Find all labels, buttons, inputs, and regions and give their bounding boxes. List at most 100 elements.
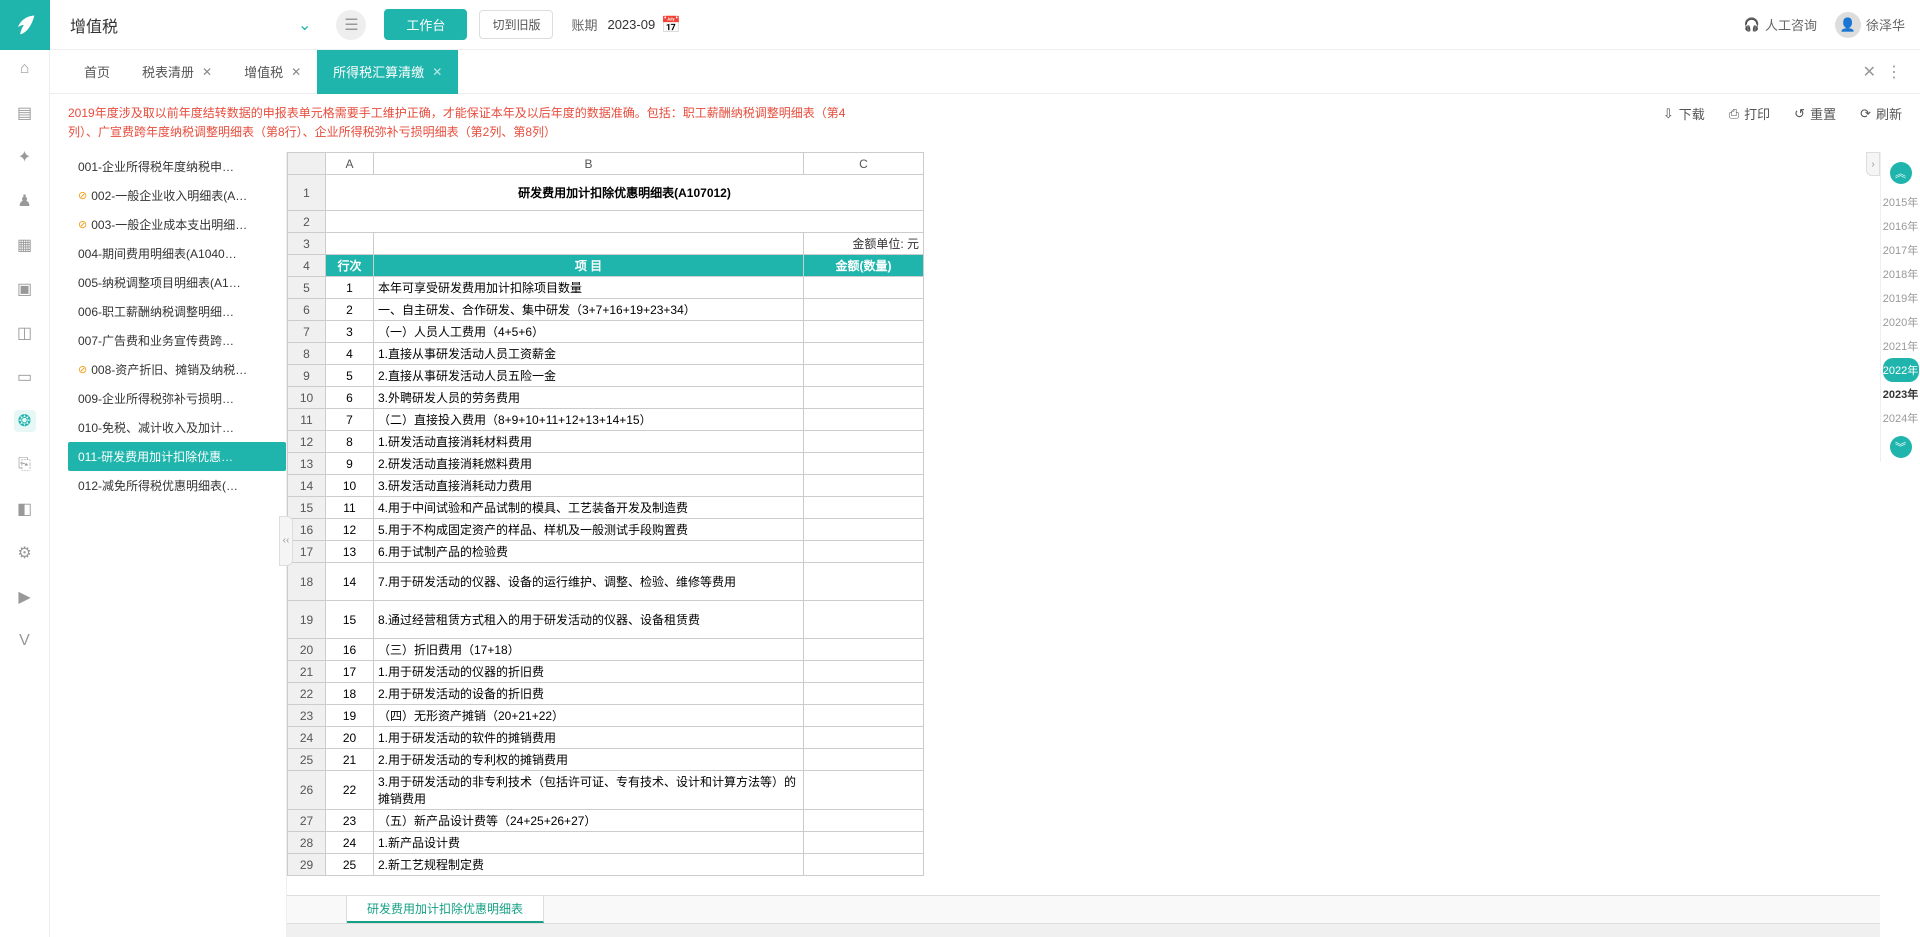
item-cell[interactable]: （五）新产品设计费等（24+25+26+27） (374, 810, 804, 832)
amount-cell[interactable] (804, 365, 924, 387)
workspace-button[interactable]: 工作台 (384, 9, 467, 40)
rownum-cell[interactable]: 8 (326, 431, 374, 453)
amount-cell[interactable] (804, 683, 924, 705)
year-2015年[interactable]: 2015年 (1883, 190, 1919, 214)
rownum-cell[interactable]: 11 (326, 497, 374, 519)
rownum-cell[interactable]: 10 (326, 475, 374, 497)
print-button[interactable]: ⎙打印 (1729, 104, 1770, 123)
item-cell[interactable]: 1.用于研发活动的软件的摊销费用 (374, 727, 804, 749)
row-num-2[interactable]: 2 (288, 211, 326, 233)
grid-wrapper[interactable]: A B C 1 研发费用加计扣除优惠明细表(A107012) 2 3 金额单位:… (287, 152, 1880, 895)
rownum-cell[interactable]: 15 (326, 601, 374, 639)
amount-cell[interactable] (804, 771, 924, 810)
row-number[interactable]: 9 (288, 365, 326, 387)
tab-3[interactable]: 所得税汇算清缴✕ (317, 50, 458, 94)
unit-label[interactable]: 金额单位: 元 (804, 233, 924, 255)
amount-cell[interactable] (804, 705, 924, 727)
year-2023年[interactable]: 2023年 (1883, 382, 1919, 406)
row-number[interactable]: 16 (288, 519, 326, 541)
nav-copy-icon[interactable]: ⎘ (14, 454, 36, 476)
row-number[interactable]: 20 (288, 639, 326, 661)
close-icon[interactable]: ✕ (291, 65, 301, 79)
row-number[interactable]: 26 (288, 771, 326, 810)
tab-2[interactable]: 增值税✕ (228, 50, 317, 94)
form-item-2[interactable]: ⊘003-一般企业成本支出明细… (68, 210, 286, 239)
row-number[interactable]: 22 (288, 683, 326, 705)
row-number[interactable]: 17 (288, 541, 326, 563)
row-number[interactable]: 13 (288, 453, 326, 475)
item-cell[interactable]: 2.新工艺规程制定费 (374, 854, 804, 876)
header-item[interactable]: 项 目 (374, 255, 804, 277)
rownum-cell[interactable]: 20 (326, 727, 374, 749)
rownum-cell[interactable]: 2 (326, 299, 374, 321)
item-cell[interactable]: 7.用于研发活动的仪器、设备的运行维护、调整、检验、维修等费用 (374, 563, 804, 601)
form-item-7[interactable]: ⊘008-资产折旧、摊销及纳税… (68, 355, 286, 384)
col-header-A[interactable]: A (326, 153, 374, 175)
nav-inbox-icon[interactable]: ◧ (14, 498, 36, 520)
item-cell[interactable]: 2.用于研发活动的专利权的摊销费用 (374, 749, 804, 771)
item-cell[interactable]: 2.用于研发活动的设备的折旧费 (374, 683, 804, 705)
close-icon[interactable]: ✕ (202, 65, 212, 79)
row-number[interactable]: 23 (288, 705, 326, 727)
amount-cell[interactable] (804, 749, 924, 771)
year-2020年[interactable]: 2020年 (1883, 310, 1919, 334)
amount-cell[interactable] (804, 453, 924, 475)
year-2019年[interactable]: 2019年 (1883, 286, 1919, 310)
item-cell[interactable]: （四）无形资产摊销（20+21+22） (374, 705, 804, 727)
rownum-cell[interactable]: 3 (326, 321, 374, 343)
switch-old-button[interactable]: 切到旧版 (479, 10, 553, 39)
row-number[interactable]: 15 (288, 497, 326, 519)
row-number[interactable]: 25 (288, 749, 326, 771)
close-icon[interactable]: ✕ (432, 65, 442, 79)
tab-menu-icon[interactable]: ⋮ (1886, 62, 1902, 82)
rownum-cell[interactable]: 1 (326, 277, 374, 299)
nav-chart-icon[interactable]: ✦ (14, 146, 36, 168)
row-number[interactable]: 8 (288, 343, 326, 365)
row-number[interactable]: 14 (288, 475, 326, 497)
col-header-B[interactable]: B (374, 153, 804, 175)
item-cell[interactable]: 1.直接从事研发活动人员工资薪金 (374, 343, 804, 365)
rownum-cell[interactable]: 23 (326, 810, 374, 832)
row-num-3[interactable]: 3 (288, 233, 326, 255)
rownum-cell[interactable]: 22 (326, 771, 374, 810)
row-number[interactable]: 27 (288, 810, 326, 832)
rownum-cell[interactable]: 19 (326, 705, 374, 727)
nav-list-icon[interactable]: ▤ (14, 102, 36, 124)
item-cell[interactable]: 4.用于中间试验和产品试制的模具、工艺装备开发及制造费 (374, 497, 804, 519)
rownum-cell[interactable]: 14 (326, 563, 374, 601)
amount-cell[interactable] (804, 431, 924, 453)
amount-cell[interactable] (804, 321, 924, 343)
rownum-cell[interactable]: 25 (326, 854, 374, 876)
year-up-icon[interactable]: ︽ (1890, 162, 1912, 184)
nav-video-icon[interactable]: ▶ (14, 586, 36, 608)
tax-type-dropdown[interactable]: 增值税 ⌄ (70, 13, 311, 37)
app-logo[interactable] (0, 0, 50, 50)
amount-cell[interactable] (804, 601, 924, 639)
rownum-cell[interactable]: 12 (326, 519, 374, 541)
doc-icon-button[interactable]: ☰ (336, 10, 366, 40)
row-number[interactable]: 5 (288, 277, 326, 299)
amount-cell[interactable] (804, 661, 924, 683)
rownum-cell[interactable]: 5 (326, 365, 374, 387)
item-cell[interactable]: 1.用于研发活动的仪器的折旧费 (374, 661, 804, 683)
reset-button[interactable]: ↺重置 (1794, 104, 1836, 123)
year-down-icon[interactable]: ︾ (1890, 436, 1912, 458)
nav-bag-icon[interactable]: ♟ (14, 190, 36, 212)
sheet-tab-active[interactable]: 研发费用加计扣除优惠明细表 (347, 896, 544, 923)
nav-home-icon[interactable]: ⌂ (14, 58, 36, 80)
header-rownum[interactable]: 行次 (326, 255, 374, 277)
nav-v-icon[interactable]: V (14, 630, 36, 652)
rownum-cell[interactable]: 4 (326, 343, 374, 365)
item-cell[interactable]: 5.用于不构成固定资产的样品、样机及一般测试手段购置费 (374, 519, 804, 541)
form-item-0[interactable]: 001-企业所得税年度纳税申… (68, 152, 286, 181)
rownum-cell[interactable]: 6 (326, 387, 374, 409)
user-menu[interactable]: 👤 徐泽华 (1835, 12, 1905, 38)
corner-cell[interactable] (288, 153, 326, 175)
sheet-title[interactable]: 研发费用加计扣除优惠明细表(A107012) (326, 175, 924, 211)
rownum-cell[interactable]: 18 (326, 683, 374, 705)
rownum-cell[interactable]: 7 (326, 409, 374, 431)
amount-cell[interactable] (804, 475, 924, 497)
form-item-3[interactable]: 004-期间费用明细表(A1040… (68, 239, 286, 268)
year-2016年[interactable]: 2016年 (1883, 214, 1919, 238)
form-item-1[interactable]: ⊘002-一般企业收入明细表(A… (68, 181, 286, 210)
